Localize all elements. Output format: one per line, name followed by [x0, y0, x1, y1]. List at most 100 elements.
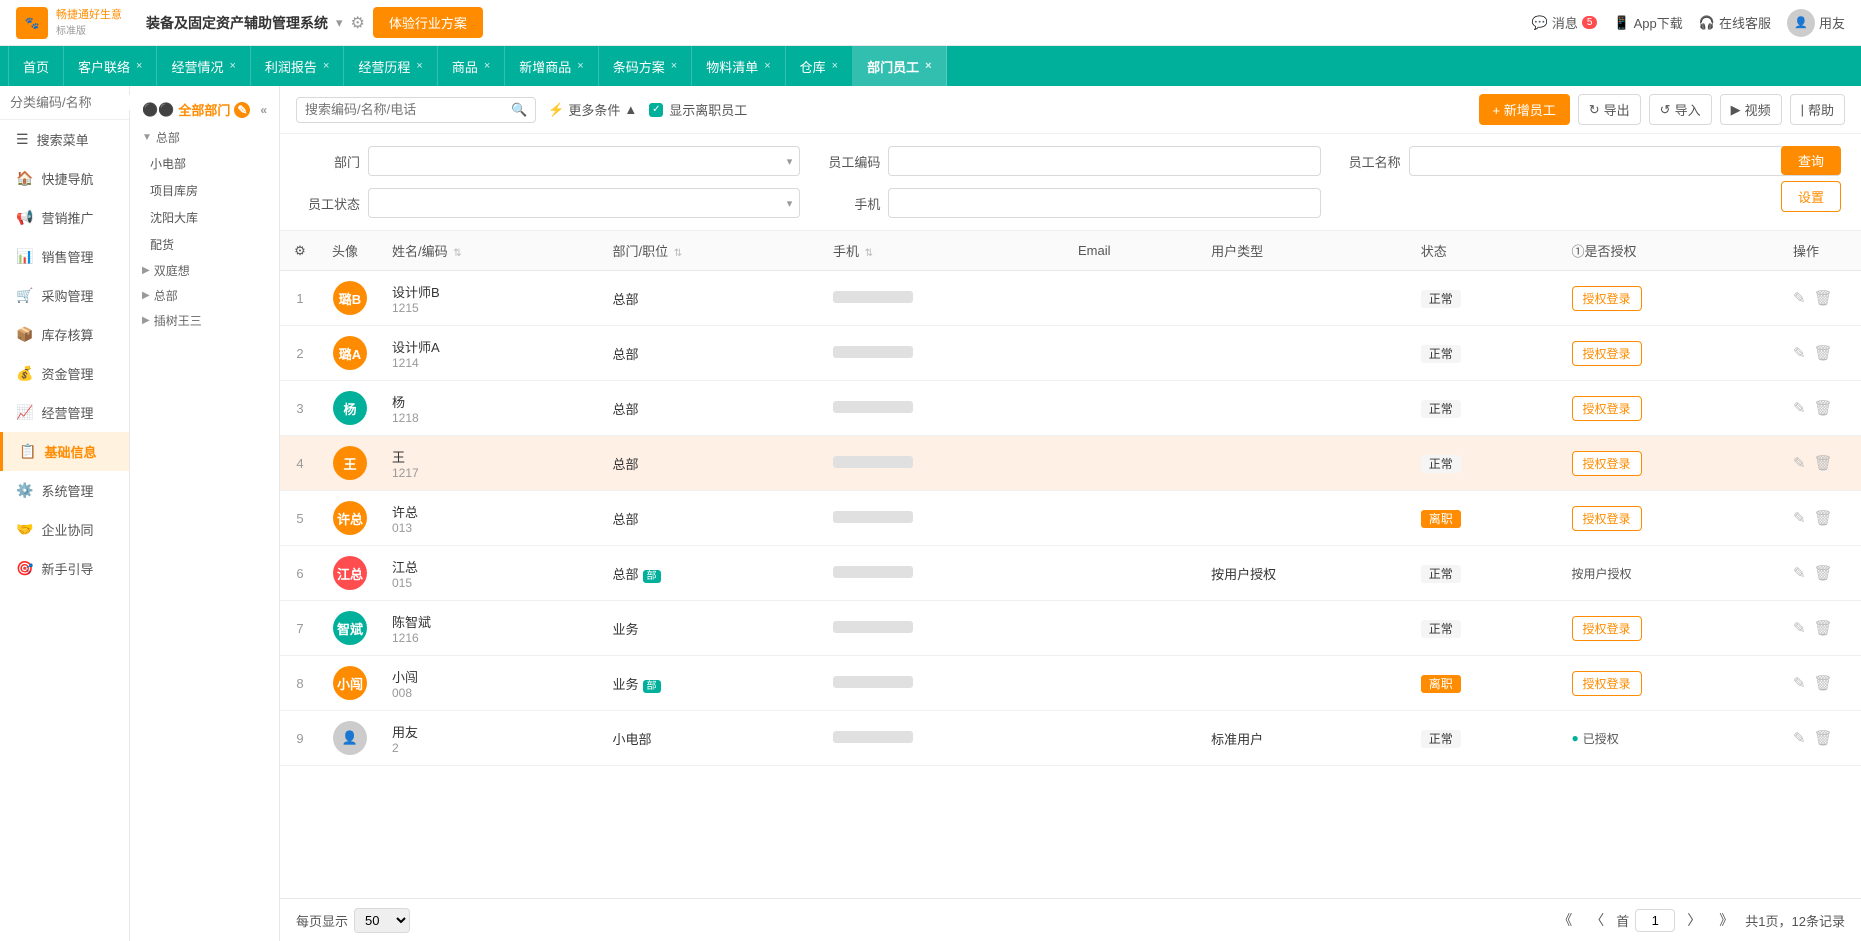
sidebar-item-biz[interactable]: 📈经营管理 [0, 393, 129, 432]
dept-sub-peihuо[interactable]: 配货 [130, 231, 279, 258]
sidebar-item-marketing[interactable]: 📢营销推广 [0, 198, 129, 237]
auth-login-btn[interactable]: 授权登录 [1572, 616, 1642, 641]
tab-history-close[interactable]: × [416, 60, 422, 72]
edit-icon[interactable]: ✎ [1793, 729, 1806, 747]
delete-icon[interactable]: 🗑 [1814, 454, 1833, 472]
show-resign-checkbox[interactable]: ✓ [649, 103, 663, 117]
sidebar-item-search[interactable]: ☰搜索菜单 [0, 120, 129, 159]
col-settings[interactable]: ⚙ [280, 231, 320, 271]
prev-page-btn[interactable]: 〈 [1584, 907, 1610, 933]
delete-icon[interactable]: 🗑 [1814, 289, 1833, 307]
filter-empname-input[interactable] [1409, 146, 1841, 176]
page-size-dropdown[interactable]: 50 100 [354, 908, 410, 933]
query-button[interactable]: 查询 [1781, 146, 1841, 175]
tab-barcode-close[interactable]: × [671, 60, 677, 72]
tab-history[interactable]: 经营历程× [344, 46, 437, 86]
col-phone[interactable]: 手机 ⇅ [821, 231, 1066, 271]
sidebar-item-nav[interactable]: 🏠快捷导航 [0, 159, 129, 198]
edit-icon[interactable]: ✎ [1793, 564, 1806, 582]
tab-operation[interactable]: 经营情况× [157, 46, 250, 86]
online-service-item[interactable]: 🎧 在线客服 [1699, 13, 1771, 32]
auth-login-btn[interactable]: 授权登录 [1572, 451, 1642, 476]
tab-customer-close[interactable]: × [136, 60, 142, 72]
user-item[interactable]: 👤 用友 [1787, 9, 1845, 37]
dept-sub-shenyang[interactable]: 沈阳大库 [130, 204, 279, 231]
dept-all-header[interactable]: ⚫⚫ 全部部门 ✎ « [130, 94, 279, 125]
tab-operation-close[interactable]: × [229, 60, 235, 72]
dept-sub-project[interactable]: 项目库房 [130, 177, 279, 204]
tab-goods-close[interactable]: × [484, 60, 490, 72]
edit-icon[interactable]: ✎ [1793, 454, 1806, 472]
auth-login-btn[interactable]: 授权登录 [1572, 506, 1642, 531]
message-item[interactable]: 💬 消息 5 [1532, 13, 1598, 32]
tab-warehouse-close[interactable]: × [832, 60, 838, 72]
page-input[interactable] [1635, 909, 1675, 932]
col-dept-role[interactable]: 部门/职位 ⇅ [601, 231, 822, 271]
dept-group-chushuwang[interactable]: ▶ 插树王三 [130, 308, 279, 333]
next-page-btn[interactable]: 〉 [1681, 907, 1707, 933]
sort-phone-icon[interactable]: ⇅ [865, 248, 873, 259]
edit-icon[interactable]: ✎ [1793, 619, 1806, 637]
help-button[interactable]: | 帮助 [1790, 94, 1845, 125]
settings-icon[interactable]: ⚙ [351, 13, 365, 33]
delete-icon[interactable]: 🗑 [1814, 674, 1833, 692]
view-button[interactable]: ▶ 视频 [1720, 94, 1782, 125]
tab-customer[interactable]: 客户联络× [64, 46, 157, 86]
tab-profit[interactable]: 利润报告× [251, 46, 344, 86]
reset-button[interactable]: 设置 [1781, 181, 1841, 212]
filter-empstatus-select[interactable] [368, 188, 800, 218]
delete-icon[interactable]: 🗑 [1814, 399, 1833, 417]
auth-login-btn[interactable]: 授权登录 [1572, 396, 1642, 421]
sidebar-item-basic[interactable]: 📋基础信息 [0, 432, 129, 471]
filter-dept-select[interactable] [368, 146, 800, 176]
auth-login-btn[interactable]: 授权登录 [1572, 341, 1642, 366]
last-page-btn[interactable]: 》 [1713, 907, 1739, 933]
tab-barcode[interactable]: 条码方案× [599, 46, 692, 86]
sidebar-item-guide[interactable]: 🎯新手引导 [0, 549, 129, 588]
filter-phone-input[interactable] [888, 188, 1320, 218]
dept-edit-icon[interactable]: ✎ [234, 102, 250, 118]
sidebar-item-system[interactable]: ⚙️系统管理 [0, 471, 129, 510]
tab-home[interactable]: 首页 [8, 46, 64, 86]
first-page-btn[interactable]: 《 [1552, 907, 1578, 933]
sidebar-item-collab[interactable]: 🤝企业协同 [0, 510, 129, 549]
export-button[interactable]: ↻ 导出 [1578, 94, 1641, 125]
edit-icon[interactable]: ✎ [1793, 344, 1806, 362]
dept-collapse-icon[interactable]: « [260, 103, 267, 117]
system-dropdown-arrow[interactable]: ▾ [336, 15, 343, 31]
show-resign-wrap[interactable]: ✓ 显示离职员工 [649, 100, 747, 119]
filter-empcode-input[interactable] [888, 146, 1320, 176]
add-employee-button[interactable]: + 新增员工 [1479, 94, 1570, 125]
tab-dept-staff[interactable]: 部门员工× [853, 46, 946, 86]
tab-dept-staff-close[interactable]: × [925, 60, 931, 72]
tab-warehouse[interactable]: 仓库× [786, 46, 853, 86]
auth-login-btn[interactable]: 授权登录 [1572, 671, 1642, 696]
tab-add-goods-close[interactable]: × [577, 60, 583, 72]
more-filter-btn[interactable]: ⚡ 更多条件 ▲ [548, 100, 637, 119]
sidebar-item-purchase[interactable]: 🛒采购管理 [0, 276, 129, 315]
edit-icon[interactable]: ✎ [1793, 289, 1806, 307]
sidebar-item-finance[interactable]: 💰资金管理 [0, 354, 129, 393]
tab-add-goods[interactable]: 新增商品× [505, 46, 598, 86]
tab-material[interactable]: 物料清单× [692, 46, 785, 86]
sidebar-item-sales[interactable]: 📊销售管理 [0, 237, 129, 276]
auth-login-btn[interactable]: 授权登录 [1572, 286, 1642, 311]
delete-icon[interactable]: 🗑 [1814, 619, 1833, 637]
app-download-item[interactable]: 📱 App下载 [1613, 13, 1682, 32]
edit-icon[interactable]: ✎ [1793, 674, 1806, 692]
sidebar-item-inventory[interactable]: 📦库存核算 [0, 315, 129, 354]
sort-dept-icon[interactable]: ⇅ [674, 248, 682, 259]
edit-icon[interactable]: ✎ [1793, 399, 1806, 417]
col-name-code[interactable]: 姓名/编码 ⇅ [380, 231, 601, 271]
delete-icon[interactable]: 🗑 [1814, 344, 1833, 362]
search-icon[interactable]: 🔍 [511, 102, 527, 118]
tab-goods[interactable]: 商品× [438, 46, 505, 86]
search-input[interactable] [305, 102, 505, 117]
dept-group-shuangting[interactable]: ▶ 双庭想 [130, 258, 279, 283]
sort-name-icon[interactable]: ⇅ [453, 248, 461, 259]
import-button[interactable]: ↺ 导入 [1649, 94, 1712, 125]
dept-sub-xiaodian[interactable]: 小电部 [130, 150, 279, 177]
tab-profit-close[interactable]: × [323, 60, 329, 72]
delete-icon[interactable]: 🗑 [1814, 729, 1833, 747]
delete-icon[interactable]: 🗑 [1814, 564, 1833, 582]
